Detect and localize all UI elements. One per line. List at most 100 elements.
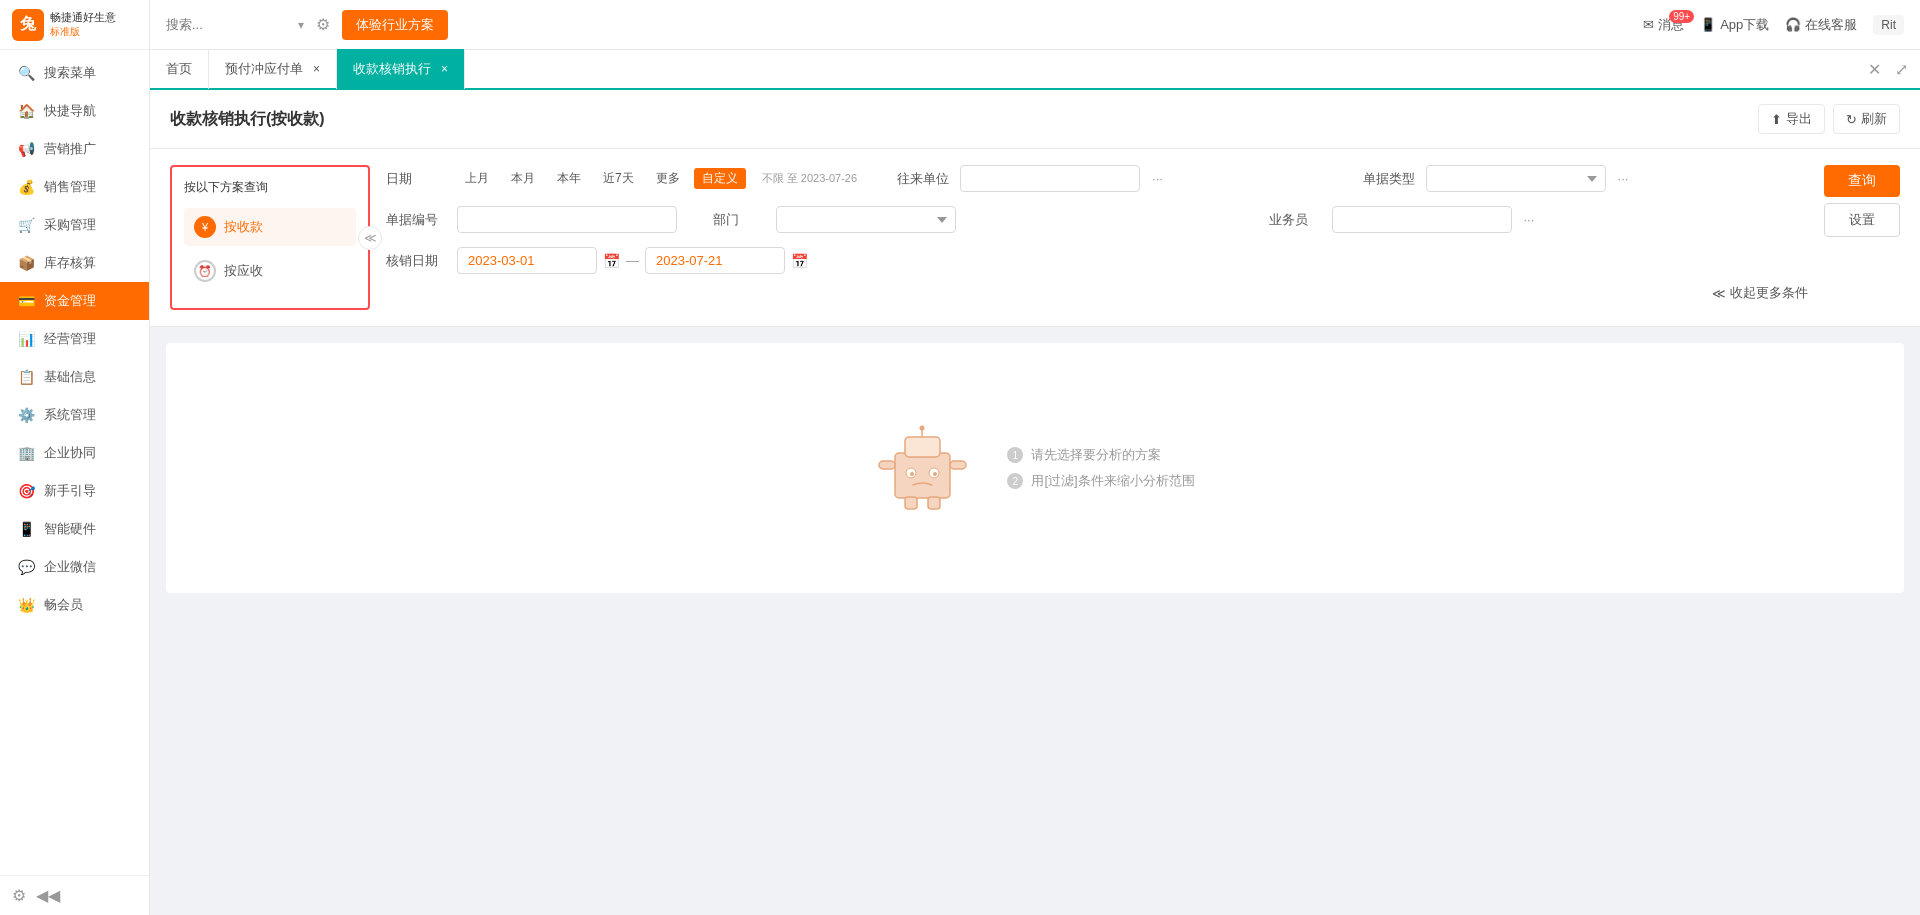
tab-collection[interactable]: 收款核销执行 × — [337, 49, 465, 89]
partner-input[interactable] — [960, 165, 1140, 192]
staff-ellipsis[interactable]: ··· — [1520, 208, 1539, 231]
finance-icon: 💳 — [16, 293, 36, 309]
collapse-panel-button[interactable]: ≪ — [358, 226, 382, 250]
topbar: ▾ ⚙ 体验行业方案 ✉ 消息 99+ 📱 App下载 🎧 在线客服 Rit — [150, 0, 1920, 50]
content-area: 收款核销执行(按收款) ⬆ 导出 ↻ 刷新 按以下方案查询 ¥ — [150, 90, 1920, 915]
dept-select[interactable] — [776, 206, 956, 233]
collection-option-icon: ¥ — [194, 216, 216, 238]
hardware-icon: 📱 — [16, 521, 36, 537]
sidebar-item-purchase[interactable]: 🛒 采购管理 — [0, 206, 149, 244]
svg-rect-5 — [879, 461, 895, 469]
sidebar-item-label: 经营管理 — [44, 330, 96, 348]
industry-solution-button[interactable]: 体验行业方案 — [342, 10, 448, 40]
tab-prepay-close-icon[interactable]: × — [313, 62, 320, 76]
headset-icon: 🎧 — [1785, 17, 1801, 32]
operation-icon: 📊 — [16, 331, 36, 347]
calendar-to-icon[interactable]: 📅 — [791, 253, 808, 269]
message-icon: ✉ — [1643, 17, 1654, 32]
sidebar-item-guide[interactable]: 🎯 新手引导 — [0, 472, 149, 510]
gear-icon[interactable]: ⚙ — [316, 15, 330, 34]
close-tab-button[interactable]: ✕ — [1864, 56, 1885, 83]
doc-no-input[interactable] — [457, 206, 677, 233]
sidebar-nav: 🔍 搜索菜单 🏠 快捷导航 📢 营销推广 💰 销售管理 🛒 采购管理 📦 库存核… — [0, 50, 149, 875]
refresh-icon: ↻ — [1846, 112, 1857, 127]
this-year-button[interactable]: 本年 — [549, 167, 589, 190]
date-label: 日期 — [386, 170, 441, 188]
tab-collection-close-icon[interactable]: × — [441, 62, 448, 76]
logo: 兔 畅捷通好生意 标准版 — [0, 0, 149, 50]
collection-option-label: 按收款 — [224, 218, 263, 236]
sidebar-item-system[interactable]: ⚙️ 系统管理 — [0, 396, 149, 434]
user-info[interactable]: Rit — [1873, 15, 1904, 35]
online-service-button[interactable]: 🎧 在线客服 — [1785, 16, 1857, 34]
doc-type-ellipsis[interactable]: ··· — [1614, 167, 1633, 190]
app-download-button[interactable]: 📱 App下载 — [1700, 16, 1769, 34]
last-month-button[interactable]: 上月 — [457, 167, 497, 190]
tab-home[interactable]: 首页 — [150, 49, 209, 89]
tab-prepay[interactable]: 预付冲应付单 × — [209, 49, 337, 89]
staff-input[interactable] — [1332, 206, 1512, 233]
sidebar-item-inventory[interactable]: 📦 库存核算 — [0, 244, 149, 282]
filter-option-by-collection[interactable]: ¥ 按收款 — [184, 208, 356, 246]
sidebar-item-label: 基础信息 — [44, 368, 96, 386]
settings-button[interactable]: 设置 — [1824, 203, 1900, 237]
username-label: Rit — [1881, 18, 1896, 32]
sidebar-item-vip[interactable]: 👑 畅会员 — [0, 586, 149, 624]
brand-search-input[interactable] — [166, 17, 286, 32]
sidebar-item-label: 新手引导 — [44, 482, 96, 500]
page-header: 收款核销执行(按收款) ⬆ 导出 ↻ 刷新 — [150, 90, 1920, 149]
svg-rect-10 — [905, 497, 917, 509]
more-date-button[interactable]: 更多 — [648, 167, 688, 190]
sidebar-item-label: 采购管理 — [44, 216, 96, 234]
calendar-from-icon[interactable]: 📅 — [603, 253, 620, 269]
sidebar-item-wechat[interactable]: 💬 企业微信 — [0, 548, 149, 586]
system-icon: ⚙️ — [16, 407, 36, 423]
chevron-up-icon: ≪ — [1712, 286, 1726, 301]
this-month-button[interactable]: 本月 — [503, 167, 543, 190]
sidebar-footer: ⚙ ◀◀ — [0, 875, 149, 915]
filter-actions-row: ≪ 收起更多条件 — [386, 284, 1808, 302]
sidebar-item-search[interactable]: 🔍 搜索菜单 — [0, 54, 149, 92]
sidebar-item-hardware[interactable]: 📱 智能硬件 — [0, 510, 149, 548]
doc-type-select[interactable] — [1426, 165, 1606, 192]
sales-icon: 💰 — [16, 179, 36, 195]
sidebar-item-label: 智能硬件 — [44, 520, 96, 538]
collapse-more-button[interactable]: ≪ 收起更多条件 — [1712, 284, 1808, 302]
topbar-brand — [166, 17, 286, 32]
logo-icon: 兔 — [12, 9, 44, 41]
query-button[interactable]: 查询 — [1824, 165, 1900, 197]
sidebar-item-enterprise[interactable]: 🏢 企业协同 — [0, 434, 149, 472]
sidebar-item-operation[interactable]: 📊 经营管理 — [0, 320, 149, 358]
inventory-icon: 📦 — [16, 255, 36, 271]
svg-rect-6 — [950, 461, 966, 469]
collapse-sidebar-icon[interactable]: ◀◀ — [36, 886, 60, 905]
sidebar-item-basic-info[interactable]: 📋 基础信息 — [0, 358, 149, 396]
verify-date-from-input[interactable] — [457, 247, 597, 274]
verify-date-to-input[interactable] — [645, 247, 785, 274]
message-button[interactable]: ✉ 消息 99+ — [1643, 16, 1684, 34]
custom-date-tag[interactable]: 自定义 — [694, 168, 746, 189]
date-separator: — — [626, 253, 639, 268]
logo-sub: 标准版 — [50, 25, 116, 39]
sidebar-item-label: 资金管理 — [44, 292, 96, 310]
sidebar-item-quick-nav[interactable]: 🏠 快捷导航 — [0, 92, 149, 130]
wechat-icon: 💬 — [16, 559, 36, 575]
settings-icon[interactable]: ⚙ — [12, 886, 26, 905]
topbar-right: ✉ 消息 99+ 📱 App下载 🎧 在线客服 Rit — [1643, 15, 1904, 35]
7days-button[interactable]: 近7天 — [595, 167, 642, 190]
sidebar-item-marketing[interactable]: 📢 营销推广 — [0, 130, 149, 168]
filter-option-by-receivable[interactable]: ⏰ 按应收 — [184, 252, 356, 290]
filter-row-1: 日期 上月 本月 本年 近7天 更多 自定义 — [386, 165, 1808, 192]
refresh-button[interactable]: ↻ 刷新 — [1833, 104, 1900, 134]
tabbar-actions: ✕ ⤢ — [1864, 56, 1920, 83]
sidebar-item-label: 库存核算 — [44, 254, 96, 272]
empty-tip-1: 请先选择要分析的方案 — [1031, 446, 1161, 464]
page-title: 收款核销执行(按收款) — [170, 109, 325, 144]
expand-tab-button[interactable]: ⤢ — [1891, 56, 1912, 83]
dept-label: 部门 — [713, 211, 768, 229]
export-button[interactable]: ⬆ 导出 — [1758, 104, 1825, 134]
partner-ellipsis[interactable]: ··· — [1148, 167, 1167, 190]
sidebar-item-finance[interactable]: 💳 资金管理 — [0, 282, 149, 320]
partner-label: 往来单位 — [897, 170, 952, 188]
sidebar-item-sales[interactable]: 💰 销售管理 — [0, 168, 149, 206]
